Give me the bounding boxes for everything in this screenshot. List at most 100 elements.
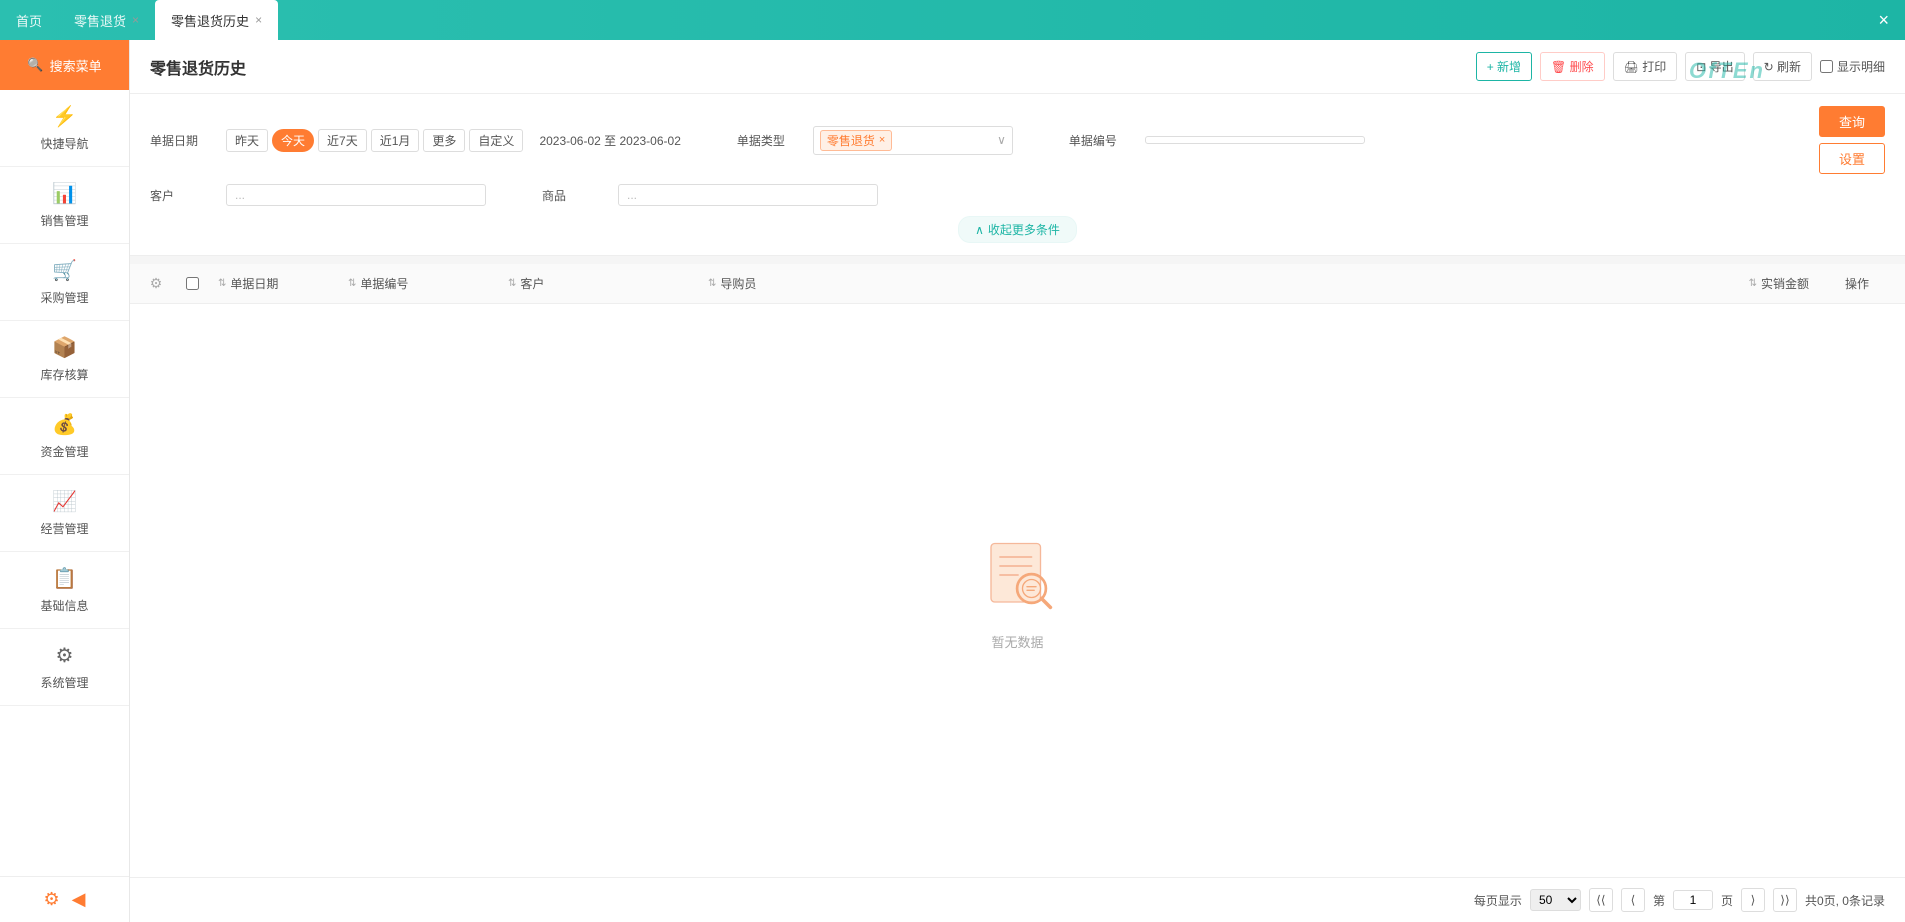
content-area: 零售退货历史 + 新增 🗑 删除 🖨 打印 ⊡ 导出 ↻ 刷新 显示明细 单据日… (130, 40, 1905, 922)
window-close-button[interactable]: × (1862, 10, 1905, 31)
page-number-input[interactable]: 1 (1673, 890, 1713, 910)
sidebar-item-operations[interactable]: 📈 经营管理 (0, 475, 129, 552)
th-guide: ⇅ 导购员 (700, 275, 860, 292)
customer-input[interactable]: ... (226, 184, 486, 206)
export-button[interactable]: ⊡ 导出 (1685, 52, 1744, 81)
prev-page-button[interactable]: ⟨ (1621, 888, 1645, 912)
th-customer: ⇅ 客户 (500, 275, 700, 292)
per-page-select[interactable]: 50 100 200 (1530, 889, 1581, 911)
collapse-up-icon: ∧ (975, 223, 984, 237)
tab-home[interactable]: 首页 (0, 0, 58, 40)
date-btn-1month[interactable]: 近1月 (371, 129, 420, 152)
sidebar-item-purchase[interactable]: 🛒 采购管理 (0, 244, 129, 321)
operations-icon: 📈 (52, 489, 77, 514)
query-button[interactable]: 查询 (1819, 106, 1885, 137)
per-page-label: 每页显示 (1474, 892, 1522, 909)
first-page-button[interactable]: ⟨⟨ (1589, 888, 1613, 912)
last-page-button[interactable]: ⟩⟩ (1773, 888, 1797, 912)
type-filter-wrap[interactable]: 零售退货 × ∨ (813, 126, 1013, 155)
th-checkbox[interactable] (174, 277, 210, 290)
new-button[interactable]: + 新增 (1476, 52, 1532, 81)
date-btn-today[interactable]: 今天 (272, 129, 314, 152)
filter-row-2: 客户 ... 商品 ... (150, 184, 1885, 206)
th-customer-label: 客户 (520, 275, 544, 292)
th-date-label: 单据日期 (230, 275, 278, 292)
goods-ellipsis: ... (627, 188, 637, 202)
date-btn-more[interactable]: 更多 (423, 129, 465, 152)
date-btn-yesterday[interactable]: 昨天 (226, 129, 268, 152)
print-button[interactable]: 🖨 打印 (1613, 52, 1678, 81)
sidebar-item-system[interactable]: ⚙ 系统管理 (0, 629, 129, 706)
type-tag-text: 零售退货 (827, 132, 875, 149)
date-btn-7days[interactable]: 近7天 (318, 129, 367, 152)
th-customer-sort-icon: ⇅ (508, 278, 516, 289)
customer-label: 客户 (150, 187, 210, 204)
tab-retail-return-label: 零售退货 (74, 11, 126, 30)
sidebar-item-finance-label: 资金管理 (40, 443, 88, 460)
sidebar-item-operations-label: 经营管理 (40, 520, 88, 537)
date-range-display: 2023-06-02 至 2023-06-02 (539, 132, 680, 149)
date-filter-buttons: 昨天 今天 近7天 近1月 更多 自定义 (226, 129, 523, 152)
sidebar: 🔍 搜索菜单 ⚡ 快捷导航 📊 销售管理 🛒 采购管理 📦 库存核算 💰 资金管… (0, 40, 130, 922)
collapse-row: ∧ 收起更多条件 (150, 216, 1885, 243)
th-guide-label: 导购员 (720, 275, 756, 292)
th-operation: 操作 (1817, 275, 1897, 292)
show-detail-checkbox[interactable] (1820, 60, 1833, 73)
select-all-checkbox[interactable] (186, 277, 199, 290)
type-tag-close[interactable]: × (879, 134, 885, 146)
th-number-sort-icon: ⇅ (348, 278, 356, 289)
sidebar-search-label: 搜索菜单 (50, 56, 102, 75)
top-bar: 首页 零售退货 × 零售退货历史 × × (0, 0, 1905, 40)
empty-text: 暂无数据 (991, 632, 1043, 651)
sidebar-item-sales[interactable]: 📊 销售管理 (0, 167, 129, 244)
next-page-button[interactable]: ⟩ (1741, 888, 1765, 912)
sidebar-item-quick-nav[interactable]: ⚡ 快捷导航 (0, 90, 129, 167)
sidebar-item-basic-info[interactable]: 📋 基础信息 (0, 552, 129, 629)
total-records-label: 共0页, 0条记录 (1805, 892, 1885, 909)
main-layout: 🔍 搜索菜单 ⚡ 快捷导航 📊 销售管理 🛒 采购管理 📦 库存核算 💰 资金管… (0, 40, 1905, 922)
th-settings[interactable]: ⚙ (138, 275, 174, 292)
th-amount-sort-icon: ⇅ (1749, 278, 1757, 289)
tab-retail-return-history[interactable]: 零售退货历史 × (155, 0, 278, 40)
tab-retail-return-close[interactable]: × (132, 13, 139, 27)
tab-retail-return[interactable]: 零售退货 × (58, 0, 155, 40)
pagination: 每页显示 50 100 200 ⟨⟨ ⟨ 第 1 页 ⟩ ⟩⟩ 共0页, 0条记… (130, 877, 1905, 922)
collapse-label: 收起更多条件 (988, 221, 1060, 238)
action-buttons: 查询 设置 (1819, 106, 1885, 174)
th-operation-label: 操作 (1845, 275, 1869, 292)
th-number-label: 单据编号 (360, 275, 408, 292)
th-amount-label: 实销金额 (1761, 275, 1809, 292)
goods-label: 商品 (542, 187, 602, 204)
th-amount: ⇅ 实销金额 (860, 275, 1817, 292)
refresh-button[interactable]: ↻ 刷新 (1753, 52, 1812, 81)
th-guide-sort-icon: ⇅ (708, 278, 716, 289)
filter-row-1: 单据日期 昨天 今天 近7天 近1月 更多 自定义 2023-06-02 至 2… (150, 106, 1885, 174)
collapse-sidebar-icon[interactable]: ◀ (72, 889, 86, 910)
date-btn-custom[interactable]: 自定义 (469, 129, 523, 152)
type-filter-label: 单据类型 (737, 132, 797, 149)
setting-button[interactable]: 设置 (1819, 143, 1885, 174)
toolbar: + 新增 🗑 删除 🖨 打印 ⊡ 导出 ↻ 刷新 显示明细 (1476, 52, 1885, 93)
delete-button[interactable]: 🗑 删除 (1540, 52, 1605, 81)
doc-num-input[interactable] (1145, 136, 1365, 144)
goods-input[interactable]: ... (618, 184, 878, 206)
sidebar-item-purchase-label: 采购管理 (40, 289, 88, 306)
sidebar-item-basic-info-label: 基础信息 (40, 597, 88, 614)
basic-info-icon: 📋 (52, 566, 77, 591)
date-filter-label: 单据日期 (150, 132, 210, 149)
sidebar-item-inventory-label: 库存核算 (40, 366, 88, 383)
tab-retail-return-history-label: 零售退货历史 (171, 11, 249, 30)
sidebar-item-system-label: 系统管理 (40, 674, 88, 691)
collapse-button[interactable]: ∧ 收起更多条件 (958, 216, 1077, 243)
filter-area: 单据日期 昨天 今天 近7天 近1月 更多 自定义 2023-06-02 至 2… (130, 94, 1905, 256)
sidebar-item-finance[interactable]: 💰 资金管理 (0, 398, 129, 475)
settings-bottom-icon[interactable]: ⚙ (44, 889, 60, 910)
sidebar-item-inventory[interactable]: 📦 库存核算 (0, 321, 129, 398)
sidebar-item-sales-label: 销售管理 (40, 212, 88, 229)
tab-list: 首页 零售退货 × 零售退货历史 × (0, 0, 1862, 40)
sidebar-search[interactable]: 🔍 搜索菜单 (0, 40, 129, 90)
system-icon: ⚙ (56, 643, 74, 668)
show-detail-label: 显示明细 (1837, 58, 1885, 75)
tab-retail-return-history-close[interactable]: × (255, 13, 262, 27)
th-date: ⇅ 单据日期 (210, 275, 340, 292)
